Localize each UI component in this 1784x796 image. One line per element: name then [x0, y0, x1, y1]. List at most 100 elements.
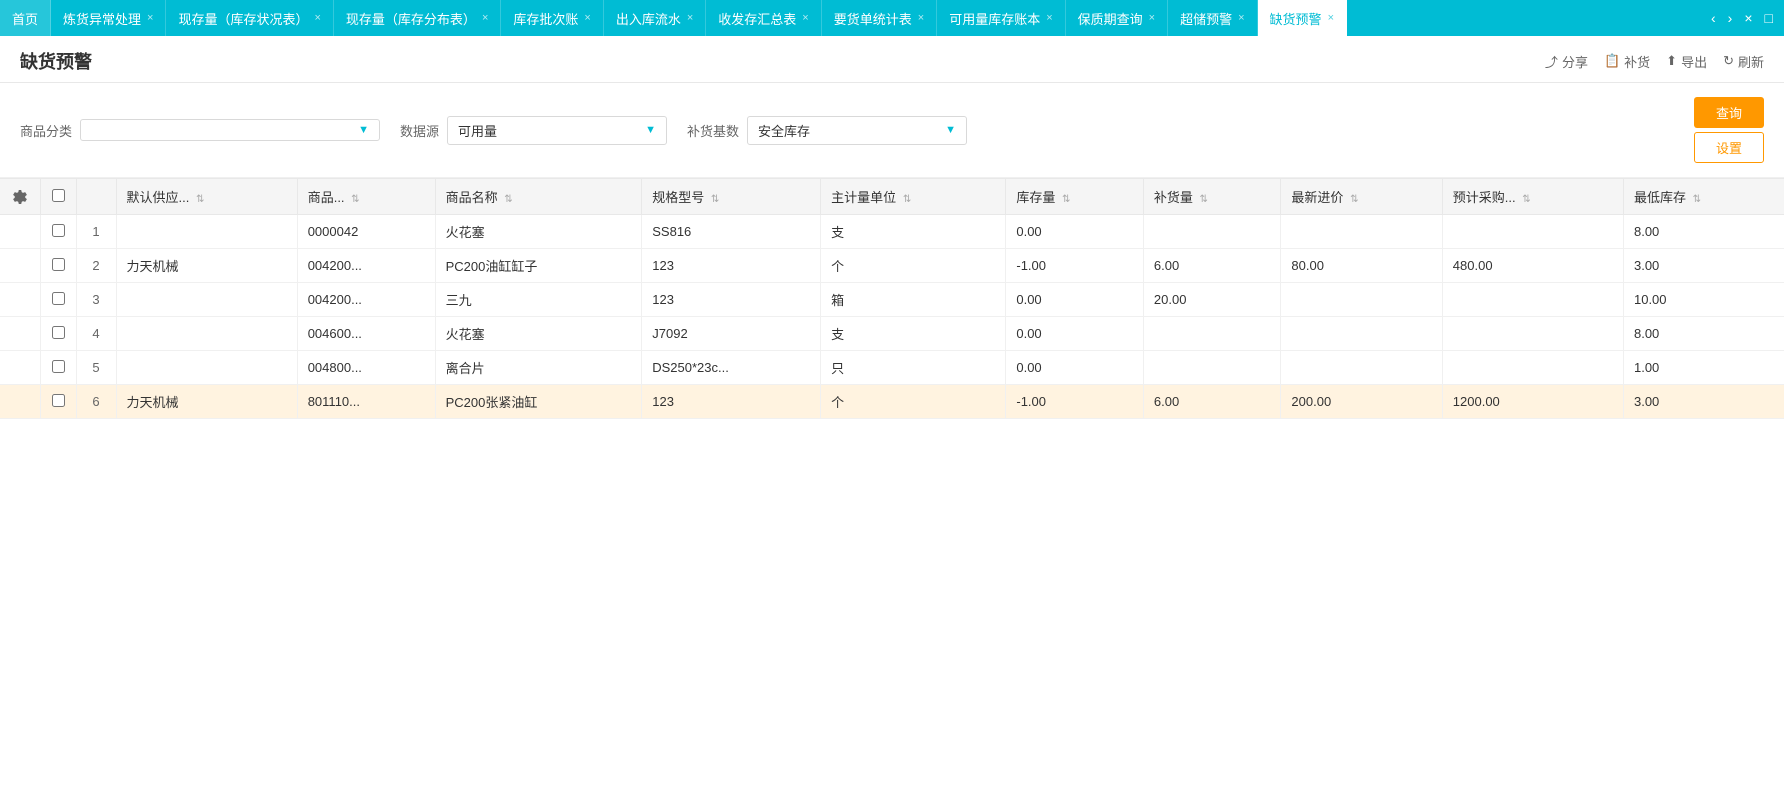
nav-tab-abnormal[interactable]: 炼货异常处理×: [51, 0, 166, 36]
row-checkbox-cell[interactable]: [40, 283, 76, 317]
row-latest-price-cell: 80.00: [1281, 249, 1442, 283]
col-est-purchase[interactable]: 预计采购... ⇅: [1442, 179, 1623, 215]
nav-tab-stock-status[interactable]: 现存量（库存状况表）×: [166, 0, 333, 36]
row-checkbox-cell[interactable]: [40, 249, 76, 283]
row-checkbox-2[interactable]: [52, 292, 65, 305]
replenish-base-filter-group: 补货基数 安全库存 ▼: [687, 116, 967, 145]
row-checkbox-5[interactable]: [52, 394, 65, 407]
tab-close-shortage[interactable]: ×: [1328, 12, 1334, 24]
tab-close-abnormal[interactable]: ×: [147, 12, 153, 24]
nav-tab-expiry[interactable]: 保质期查询×: [1066, 0, 1168, 36]
spec-sort-icon: ⇅: [711, 194, 719, 205]
replenish-button[interactable]: 📋 补货: [1604, 52, 1650, 71]
row-checkbox-cell[interactable]: [40, 215, 76, 249]
tab-close-stock-dist[interactable]: ×: [482, 12, 488, 24]
tab-close-overstock[interactable]: ×: [1238, 12, 1244, 24]
nav-tab-home[interactable]: 首页: [0, 0, 51, 36]
col-settings[interactable]: [0, 179, 40, 215]
row-product-name-cell: 火花塞: [435, 317, 642, 351]
nav-tab-stock-dist[interactable]: 现存量（库存分布表）×: [334, 0, 501, 36]
row-product-name-cell: 火花塞: [435, 215, 642, 249]
col-product-code[interactable]: 商品... ⇅: [297, 179, 435, 215]
query-button[interactable]: 查询: [1694, 97, 1764, 128]
nav-tab-overstock[interactable]: 超储预警×: [1168, 0, 1257, 36]
row-checkbox-cell[interactable]: [40, 317, 76, 351]
export-button[interactable]: ⬆ 导出: [1666, 52, 1707, 71]
datasource-select[interactable]: 可用量 ▼: [447, 116, 667, 145]
table-row: 3 004200... 三九 123 箱 0.00 20.00 10.00: [0, 283, 1784, 317]
select-all-checkbox[interactable]: [52, 189, 65, 202]
row-stock-cell: 0.00: [1006, 351, 1144, 385]
tab-close-stock-status[interactable]: ×: [314, 12, 320, 24]
row-settings-cell: [0, 351, 40, 385]
replenish-base-select[interactable]: 安全库存 ▼: [747, 116, 967, 145]
nav-tab-batch-account[interactable]: 库存批次账×: [501, 0, 603, 36]
row-checkbox-0[interactable]: [52, 224, 65, 237]
col-replenish[interactable]: 补货量 ⇅: [1143, 179, 1281, 215]
col-stock[interactable]: 库存量 ⇅: [1006, 179, 1144, 215]
row-replenish-cell: 20.00: [1143, 283, 1281, 317]
row-unit-cell: 支: [821, 215, 1006, 249]
row-stock-cell: -1.00: [1006, 385, 1144, 419]
row-stock-cell: -1.00: [1006, 249, 1144, 283]
col-supplier[interactable]: 默认供应... ⇅: [116, 179, 297, 215]
col-min-stock[interactable]: 最低库存 ⇅: [1623, 179, 1784, 215]
row-supplier-cell: 力天机械: [116, 249, 297, 283]
row-checkbox-cell[interactable]: [40, 351, 76, 385]
row-product-name-cell: PC200油缸缸子: [435, 249, 642, 283]
share-button[interactable]: ⤴ 分享: [1545, 52, 1588, 71]
col-latest-price[interactable]: 最新进价 ⇅: [1281, 179, 1442, 215]
tab-close-avail-stock[interactable]: ×: [1046, 12, 1052, 24]
header-actions: ⤴ 分享 📋 补货 ⬆ 导出 ↻ 刷新: [1545, 52, 1764, 71]
nav-close-button[interactable]: ×: [1739, 8, 1757, 28]
col-spec[interactable]: 规格型号 ⇅: [642, 179, 821, 215]
col-unit[interactable]: 主计量单位 ⇅: [821, 179, 1006, 215]
category-select[interactable]: ▼: [80, 119, 380, 141]
row-product-name-cell: PC200张紧油缸: [435, 385, 642, 419]
nav-prev-button[interactable]: ‹: [1706, 8, 1721, 28]
tab-close-batch-account[interactable]: ×: [584, 12, 590, 24]
row-spec-cell: 123: [642, 249, 821, 283]
row-latest-price-cell: [1281, 351, 1442, 385]
row-min-stock-cell: 1.00: [1623, 351, 1784, 385]
row-checkbox-4[interactable]: [52, 360, 65, 373]
page-title: 缺货预警: [20, 48, 92, 74]
nav-maximize-button[interactable]: □: [1760, 8, 1778, 28]
row-min-stock-cell: 3.00: [1623, 385, 1784, 419]
replenish-base-label: 补货基数: [687, 121, 739, 140]
category-chevron-icon: ▼: [358, 124, 369, 136]
nav-tab-inout-flow[interactable]: 出入库流水×: [604, 0, 706, 36]
nav-tab-shortage[interactable]: 缺货预警×: [1258, 0, 1347, 36]
col-product-name[interactable]: 商品名称 ⇅: [435, 179, 642, 215]
refresh-button[interactable]: ↻ 刷新: [1723, 52, 1764, 71]
col-supplier-label: 默认供应...: [127, 190, 190, 205]
row-checkbox-3[interactable]: [52, 326, 65, 339]
nav-tab-avail-stock[interactable]: 可用量库存账本×: [937, 0, 1065, 36]
row-replenish-cell: [1143, 215, 1281, 249]
row-stock-cell: 0.00: [1006, 283, 1144, 317]
row-checkbox-1[interactable]: [52, 258, 65, 271]
tab-close-expiry[interactable]: ×: [1149, 12, 1155, 24]
nav-tab-order-stats[interactable]: 要货单统计表×: [822, 0, 937, 36]
row-latest-price-cell: [1281, 283, 1442, 317]
row-checkbox-cell[interactable]: [40, 385, 76, 419]
nav-tab-recv-summary[interactable]: 收发存汇总表×: [706, 0, 821, 36]
row-supplier-cell: [116, 317, 297, 351]
row-product-code-cell: 004800...: [297, 351, 435, 385]
replenish-sort-icon: ⇅: [1200, 194, 1208, 205]
row-est-purchase-cell: [1442, 283, 1623, 317]
row-product-code-cell: 004200...: [297, 283, 435, 317]
tab-close-inout-flow[interactable]: ×: [687, 12, 693, 24]
share-icon: ⤴: [1545, 52, 1558, 71]
tab-close-order-stats[interactable]: ×: [918, 12, 924, 24]
tab-close-recv-summary[interactable]: ×: [802, 12, 808, 24]
row-settings-cell: [0, 215, 40, 249]
nav-next-button[interactable]: ›: [1723, 8, 1738, 28]
row-est-purchase-cell: [1442, 317, 1623, 351]
settings-button[interactable]: 设置: [1694, 132, 1764, 163]
row-num-cell: 2: [76, 249, 116, 283]
replenish-base-chevron-icon: ▼: [945, 124, 956, 136]
row-est-purchase-cell: [1442, 351, 1623, 385]
row-product-code-cell: 004600...: [297, 317, 435, 351]
col-select-all[interactable]: [40, 179, 76, 215]
